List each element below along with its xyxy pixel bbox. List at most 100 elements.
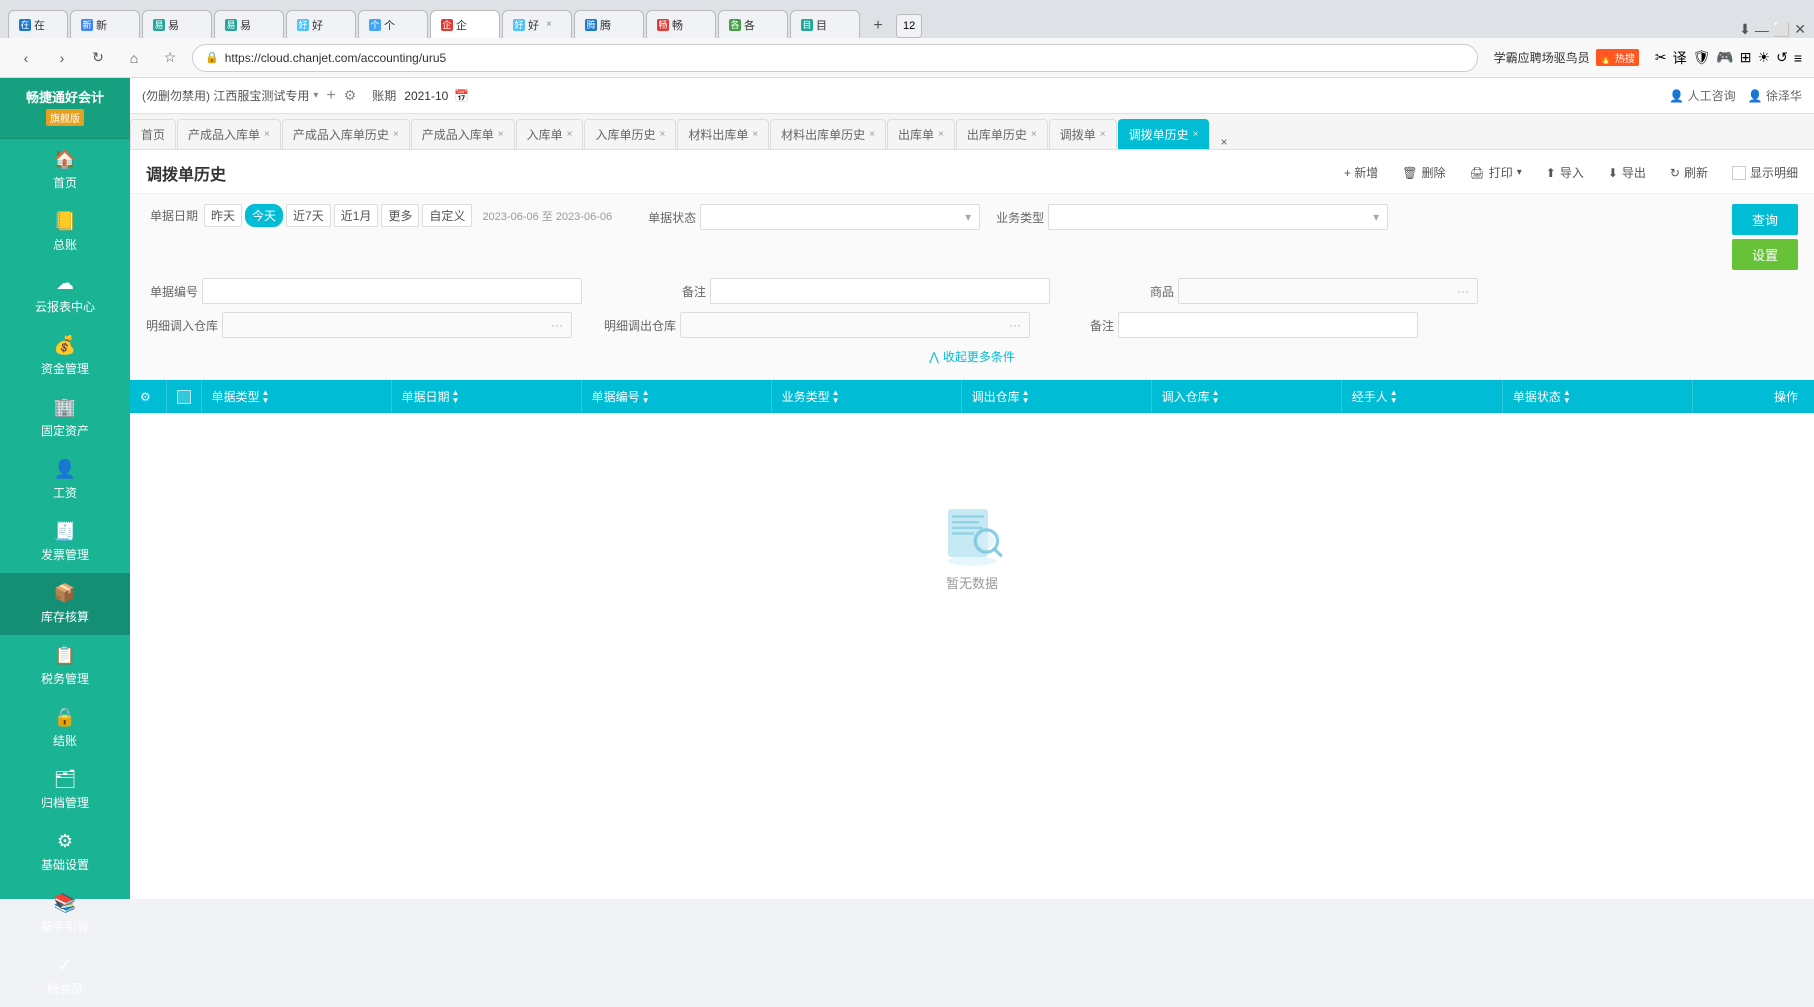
- export-button[interactable]: ⬇ 导出: [1600, 160, 1654, 185]
- print-dropdown-icon[interactable]: ▾: [1517, 167, 1522, 178]
- out-warehouse-dots-btn[interactable]: ···: [1009, 318, 1021, 332]
- sidebar-item-wages[interactable]: 👤 工资: [0, 449, 130, 511]
- th-status[interactable]: 单据状态 ▲▼: [1502, 380, 1692, 413]
- out-order-tab-close[interactable]: ×: [938, 129, 944, 140]
- sidebar-item-guide[interactable]: 📚 新手引导: [0, 883, 130, 945]
- browser-tab-5[interactable]: 好 好: [286, 10, 356, 38]
- import-button[interactable]: ⬆ 导入: [1538, 160, 1592, 185]
- window-minimize-btn[interactable]: —: [1755, 22, 1769, 38]
- th-gear[interactable]: ⚙: [130, 380, 166, 413]
- mat-out-hist-tab-close[interactable]: ×: [869, 129, 875, 140]
- date-btn-more[interactable]: 更多: [381, 204, 419, 227]
- status-select[interactable]: ▾: [700, 204, 980, 230]
- biz-select[interactable]: ▾: [1048, 204, 1388, 230]
- user-avatar[interactable]: 👤 徐泽华: [1748, 87, 1802, 104]
- gear-settings-icon[interactable]: ⚙: [140, 390, 151, 404]
- bookmark-button[interactable]: ☆: [156, 44, 184, 72]
- browser-tab-3[interactable]: 易 易: [142, 10, 212, 38]
- mat-out-tab-close[interactable]: ×: [752, 129, 758, 140]
- page-tab-mat-out[interactable]: 材料出库单 ×: [677, 119, 769, 149]
- date-btn-today[interactable]: 今天: [245, 204, 283, 227]
- page-tab-transfer-hist[interactable]: 调拨单历史 ×: [1118, 119, 1210, 149]
- reload-button[interactable]: ↻: [84, 44, 112, 72]
- setting-button[interactable]: 设置: [1732, 239, 1798, 270]
- page-tab-out-hist[interactable]: 出库单历史 ×: [956, 119, 1048, 149]
- sidebar-item-member[interactable]: ✓ 畅会员: [0, 945, 130, 1007]
- browser-tab-9[interactable]: 腾 腾: [574, 10, 644, 38]
- th-out-wh[interactable]: 调出仓库 ▲▼: [961, 380, 1151, 413]
- sidebar-item-funds[interactable]: 💰 资金管理: [0, 325, 130, 387]
- sidebar-item-ledger[interactable]: 📒 总账: [0, 201, 130, 263]
- page-tab-mat-out-hist[interactable]: 材料出库单历史 ×: [770, 119, 886, 149]
- browser-tab-1[interactable]: 在 在: [8, 10, 68, 38]
- in-order-tab-close[interactable]: ×: [567, 129, 573, 140]
- tab-close-btn[interactable]: ×: [546, 19, 552, 30]
- date-btn-yesterday[interactable]: 昨天: [204, 204, 242, 227]
- note-input[interactable]: [710, 278, 1050, 304]
- customer-service-btn[interactable]: 👤 人工咨询: [1669, 87, 1735, 104]
- address-bar[interactable]: 🔒 https://cloud.chanjet.com/accounting/u…: [192, 44, 1478, 72]
- show-detail-checkbox[interactable]: [1732, 166, 1746, 180]
- calendar-icon[interactable]: 📅: [454, 89, 469, 103]
- date-btn-custom[interactable]: 自定义: [422, 204, 472, 227]
- sidebar-item-closing[interactable]: 🔒 结账: [0, 697, 130, 759]
- in-hist-tab-close[interactable]: ×: [659, 129, 665, 140]
- collapse-filter-btn[interactable]: ⋀ 收起更多条件: [925, 344, 1019, 369]
- th-type[interactable]: 单据类型 ▲▼: [201, 380, 391, 413]
- out-hist-tab-close[interactable]: ×: [1031, 129, 1037, 140]
- window-maximize-btn[interactable]: ⬜: [1773, 21, 1790, 38]
- window-close-btn[interactable]: ✕: [1794, 21, 1806, 38]
- page-tab-transfer[interactable]: 调拨单 ×: [1049, 119, 1117, 149]
- prod-in-tab-close[interactable]: ×: [264, 129, 270, 140]
- back-button[interactable]: ‹: [12, 44, 40, 72]
- query-button[interactable]: 查询: [1732, 204, 1798, 235]
- page-tab-in-hist[interactable]: 入库单历史 ×: [584, 119, 676, 149]
- date-btn-1month[interactable]: 近1月: [334, 204, 379, 227]
- date-btn-7days[interactable]: 近7天: [286, 204, 331, 227]
- sidebar-item-report[interactable]: ☁ 云报表中心: [0, 263, 130, 325]
- period-selector[interactable]: 账期 2021-10 📅: [372, 87, 469, 104]
- new-tab-button[interactable]: +: [866, 14, 890, 38]
- page-tab-prod-in[interactable]: 产成品入库单 ×: [177, 119, 281, 149]
- prod-in2-tab-close[interactable]: ×: [498, 129, 504, 140]
- print-button[interactable]: 🖨 打印 ▾: [1461, 160, 1529, 185]
- company-dropdown-icon[interactable]: ▾: [313, 90, 318, 101]
- sidebar-item-invoice[interactable]: 🧾 发票管理: [0, 511, 130, 573]
- th-in-wh[interactable]: 调入仓库 ▲▼: [1151, 380, 1341, 413]
- sidebar-item-settings[interactable]: ⚙ 基础设置: [0, 821, 130, 883]
- sidebar-item-tax[interactable]: 📋 税务管理: [0, 635, 130, 697]
- browser-tab-10[interactable]: 畅 畅: [646, 10, 716, 38]
- th-num[interactable]: 单据编号 ▲▼: [581, 380, 771, 413]
- th-check[interactable]: [166, 380, 201, 413]
- browser-tab-12[interactable]: 目 目: [790, 10, 860, 38]
- page-tab-in-order[interactable]: 入库单 ×: [516, 119, 584, 149]
- page-tab-prod-in2[interactable]: 产成品入库单 ×: [411, 119, 515, 149]
- browser-tab-4[interactable]: 易 易: [214, 10, 284, 38]
- sidebar-item-home[interactable]: 🏠 首页: [0, 139, 130, 201]
- browser-tab-6[interactable]: 个 个: [358, 10, 428, 38]
- add-company-button[interactable]: +: [326, 87, 335, 105]
- page-tab-home[interactable]: 首页: [130, 119, 176, 149]
- add-button[interactable]: + 新增: [1336, 160, 1386, 185]
- transfer-tab-close[interactable]: ×: [1100, 129, 1106, 140]
- transfer-hist-tab-close[interactable]: ×: [1193, 129, 1199, 140]
- browser-tab-8[interactable]: 好 好 ×: [502, 10, 572, 38]
- in-warehouse-dots-btn[interactable]: ···: [551, 318, 563, 332]
- browser-tab-11[interactable]: 各 各: [718, 10, 788, 38]
- browser-tab-7[interactable]: 企 企: [430, 10, 500, 38]
- page-tab-out-order[interactable]: 出库单 ×: [887, 119, 955, 149]
- sidebar-item-assets[interactable]: 🏢 固定资产: [0, 387, 130, 449]
- company-settings-icon[interactable]: ⚙: [344, 87, 357, 104]
- menu-icon[interactable]: ≡: [1794, 50, 1802, 66]
- company-selector[interactable]: (勿删勿禁用) 江西服宝测试专用 ▾: [142, 87, 318, 104]
- browser-tab-2[interactable]: 新 新: [70, 10, 140, 38]
- th-biz[interactable]: 业务类型 ▲▼: [771, 380, 961, 413]
- sidebar-item-archive[interactable]: 🗂 归档管理: [0, 759, 130, 821]
- delete-button[interactable]: 🗑 删除: [1394, 160, 1453, 185]
- goods-dots-btn[interactable]: ···: [1457, 284, 1469, 298]
- page-tab-prod-in-hist[interactable]: 产成品入库单历史 ×: [282, 119, 410, 149]
- window-download-btn[interactable]: ⬇: [1739, 21, 1751, 38]
- close-all-tabs-btn[interactable]: ×: [1214, 135, 1233, 149]
- th-handler[interactable]: 经手人 ▲▼: [1341, 380, 1502, 413]
- sidebar-item-inventory[interactable]: 📦 库存核算: [0, 573, 130, 635]
